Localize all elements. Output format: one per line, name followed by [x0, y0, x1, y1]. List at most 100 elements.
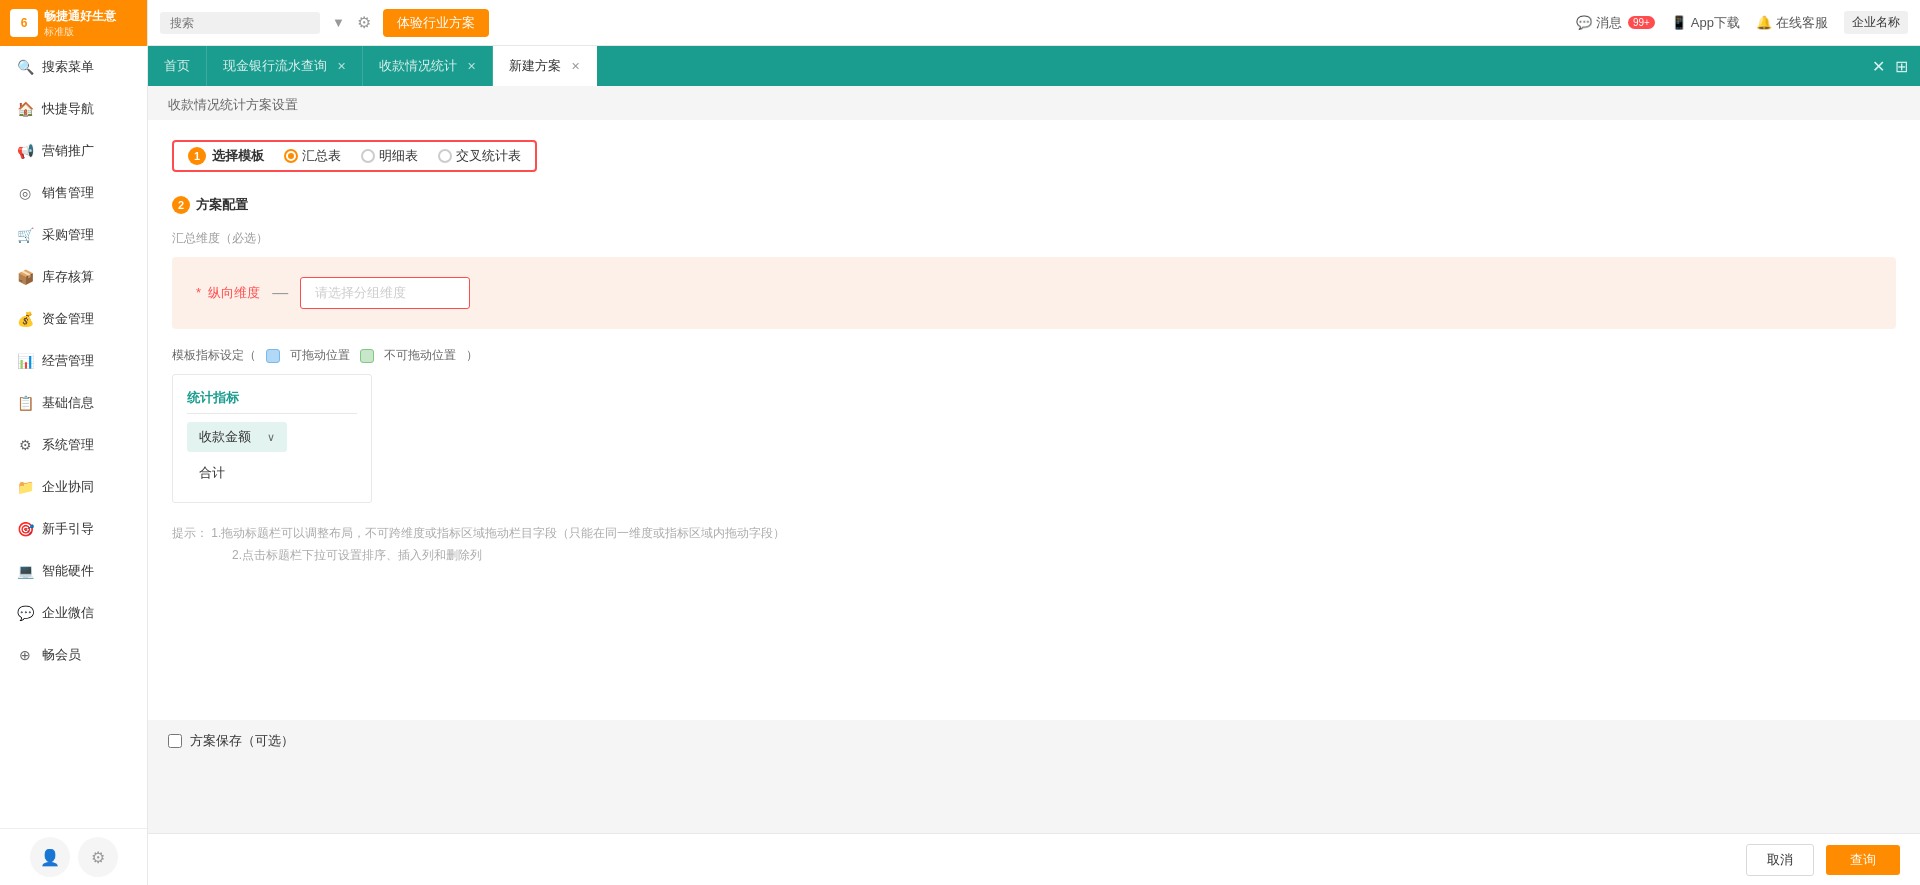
message-item[interactable]: 💬 消息 99+ — [1576, 14, 1655, 32]
radio-detail[interactable]: 明细表 — [361, 147, 418, 165]
tab-new-plan[interactable]: 新建方案 ✕ — [493, 46, 597, 86]
message-badge: 99+ — [1628, 16, 1655, 29]
sidebar-item-search[interactable]: 🔍 搜索菜单 — [0, 46, 147, 88]
guide-icon: 🎯 — [16, 520, 34, 538]
sidebar-item-label: 基础信息 — [42, 394, 94, 412]
hardware-icon: 💻 — [16, 562, 34, 580]
tab-close-new-plan[interactable]: ✕ — [571, 60, 580, 73]
tab-close-bank-flow[interactable]: ✕ — [337, 60, 346, 73]
sidebar-item-purchase[interactable]: 🛒 采购管理 — [0, 214, 147, 256]
topbar-gear-icon[interactable]: ⚙ — [357, 13, 371, 32]
finance-icon: 💰 — [16, 310, 34, 328]
step2-header: 2 方案配置 — [172, 196, 1896, 214]
step2-num: 2 — [172, 196, 190, 214]
sidebar-item-label: 搜索菜单 — [42, 58, 94, 76]
radio-circle-detail — [361, 149, 375, 163]
metric-card-collection[interactable]: 收款金额 ∨ — [187, 422, 287, 452]
sidebar-item-label: 采购管理 — [42, 226, 94, 244]
step2-title: 方案配置 — [196, 196, 248, 214]
query-button[interactable]: 查询 — [1826, 845, 1900, 875]
sidebar-item-finance[interactable]: 💰 资金管理 — [0, 298, 147, 340]
sidebar-item-enterprise[interactable]: 📁 企业协同 — [0, 466, 147, 508]
dimension-area: 纵向维度 — 请选择分组维度 — [172, 257, 1896, 329]
sidebar-bottom-btn-2[interactable]: ⚙ — [78, 837, 118, 877]
sidebar-bottom-btn-1[interactable]: 👤 — [30, 837, 70, 877]
sidebar-item-label: 智能硬件 — [42, 562, 94, 580]
tab-minimize-icon[interactable]: ✕ — [1872, 57, 1885, 76]
search-icon: 🔍 — [16, 58, 34, 76]
sidebar-item-quick-nav[interactable]: 🏠 快捷导航 — [0, 88, 147, 130]
tip-line2: 2.点击标题栏下拉可设置排序、插入列和删除列 — [172, 545, 1896, 567]
radio-cross[interactable]: 交叉统计表 — [438, 147, 521, 165]
tab-collection[interactable]: 收款情况统计 ✕ — [363, 46, 493, 86]
sidebar-item-label: 营销推广 — [42, 142, 94, 160]
dim-row-label: 纵向维度 — [196, 284, 260, 302]
form-area: 1 选择模板 汇总表 明细 — [148, 120, 1920, 720]
dimension-label: 汇总维度（必选） — [172, 230, 1896, 247]
tab-home[interactable]: 首页 — [148, 46, 207, 86]
sidebar-item-label: 销售管理 — [42, 184, 94, 202]
sidebar-item-label: 畅会员 — [42, 646, 81, 664]
dim-arrow-icon: — — [272, 284, 288, 302]
radio-circle-cross — [438, 149, 452, 163]
dim-select-placeholder[interactable]: 请选择分组维度 — [300, 277, 470, 309]
dimension-config: 汇总维度（必选） 纵向维度 — 请选择分组维度 — [172, 230, 1896, 329]
sidebar-item-basic-info[interactable]: 📋 基础信息 — [0, 382, 147, 424]
tab-close-collection[interactable]: ✕ — [467, 60, 476, 73]
topbar-arrow-icon[interactable]: ▼ — [332, 15, 345, 30]
marketing-icon: 📢 — [16, 142, 34, 160]
app-download-icon: 📱 — [1671, 15, 1687, 30]
sidebar-item-system[interactable]: ⚙ 系统管理 — [0, 424, 147, 466]
save-plan-label: 方案保存（可选） — [190, 732, 294, 750]
sidebar-item-guide[interactable]: 🎯 新手引导 — [0, 508, 147, 550]
save-plan-checkbox[interactable] — [168, 734, 182, 748]
sidebar-item-label: 快捷导航 — [42, 100, 94, 118]
user-info[interactable]: 企业名称 — [1844, 11, 1908, 34]
metrics-table: 统计指标 收款金额 ∨ 合计 — [172, 374, 372, 503]
step1-label-group: 1 选择模板 — [188, 147, 264, 165]
cancel-button[interactable]: 取消 — [1746, 844, 1814, 876]
radio-summary[interactable]: 汇总表 — [284, 147, 341, 165]
trial-button[interactable]: 体验行业方案 — [383, 9, 489, 37]
tip-line1: 提示： 1.拖动标题栏可以调整布局，不可跨维度或指标区域拖动栏目字段（只能在同一… — [172, 523, 1896, 545]
purchase-icon: 🛒 — [16, 226, 34, 244]
tab-maximize-icon[interactable]: ⊞ — [1895, 57, 1908, 76]
topbar: ▼ ⚙ 体验行业方案 💬 消息 99+ 📱 App下载 🔔 在线客服 企业名称 — [148, 0, 1920, 46]
service-icon: 🔔 — [1756, 15, 1772, 30]
sidebar-item-label: 库存核算 — [42, 268, 94, 286]
bottom-bar: 取消 查询 — [148, 833, 1920, 885]
sales-icon: ◎ — [16, 184, 34, 202]
sidebar-item-label: 企业微信 — [42, 604, 94, 622]
online-service-item[interactable]: 🔔 在线客服 — [1756, 14, 1828, 32]
sidebar-item-wechat[interactable]: 💬 企业微信 — [0, 592, 147, 634]
content-area: 收款情况统计方案设置 1 选择模板 — [148, 86, 1920, 833]
home-icon: 🏠 — [16, 100, 34, 118]
tabbar: 首页 现金银行流水查询 ✕ 收款情况统计 ✕ 新建方案 ✕ ✕ ⊞ — [148, 46, 1920, 86]
app-download-item[interactable]: 📱 App下载 — [1671, 14, 1740, 32]
radio-dot-summary — [288, 153, 294, 159]
logo-text: 畅捷通好生意 标准版 — [44, 8, 116, 39]
basic-info-icon: 📋 — [16, 394, 34, 412]
search-input[interactable] — [160, 12, 320, 34]
metrics-title-text: 模板指标设定（ — [172, 347, 256, 364]
sidebar: 6 畅捷通好生意 标准版 🔍 搜索菜单 🏠 快捷导航 📢 营销推广 ◎ 销售管理… — [0, 0, 148, 885]
business-icon: 📊 — [16, 352, 34, 370]
system-icon: ⚙ — [16, 436, 34, 454]
sidebar-item-business[interactable]: 📊 经营管理 — [0, 340, 147, 382]
tab-bank-flow[interactable]: 现金银行流水查询 ✕ — [207, 46, 363, 86]
sidebar-item-sales[interactable]: ◎ 销售管理 — [0, 172, 147, 214]
metrics-section: 模板指标设定（ 可拖动位置 不可拖动位置 ） 统计指标 收款金额 ∨ — [172, 347, 1896, 503]
sidebar-item-marketing[interactable]: 📢 营销推广 — [0, 130, 147, 172]
radio-circle-summary — [284, 149, 298, 163]
sidebar-item-label: 企业协同 — [42, 478, 94, 496]
page-title: 收款情况统计方案设置 — [168, 97, 298, 112]
message-icon: 💬 — [1576, 15, 1592, 30]
sidebar-item-inventory[interactable]: 📦 库存核算 — [0, 256, 147, 298]
step1-num: 1 — [188, 147, 206, 165]
tips-section: 提示： 1.拖动标题栏可以调整布局，不可跨维度或指标区域拖动栏目字段（只能在同一… — [172, 523, 1896, 566]
wechat-icon: 💬 — [16, 604, 34, 622]
sidebar-item-hardware[interactable]: 💻 智能硬件 — [0, 550, 147, 592]
metrics-group-label: 统计指标 — [187, 389, 357, 414]
sidebar-item-member[interactable]: ⊕ 畅会员 — [0, 634, 147, 676]
fixed-badge — [360, 349, 374, 363]
